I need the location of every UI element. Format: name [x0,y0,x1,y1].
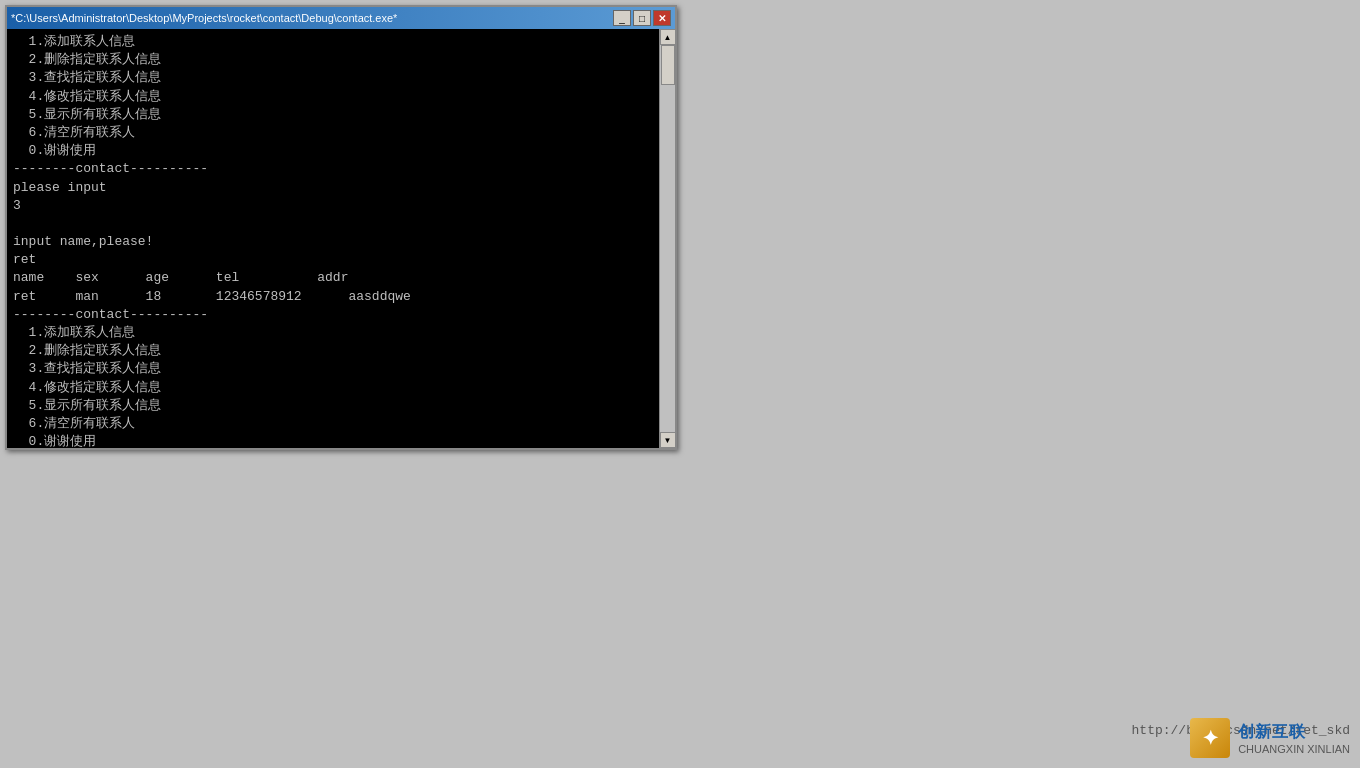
window-controls: _ □ ✕ [613,10,671,26]
terminal-window: *C:\Users\Administrator\Desktop\MyProjec… [5,5,677,450]
title-bar: *C:\Users\Administrator\Desktop\MyProjec… [7,7,675,29]
scrollbar[interactable]: ▲ ▼ [659,29,675,448]
brand-text: 创新互联 CHUANGXIN XINLIAN [1238,722,1350,755]
brand-logo: ✦ 创新互联 CHUANGXIN XINLIAN [1190,718,1350,758]
scroll-track [660,45,675,432]
scroll-down-button[interactable]: ▼ [660,432,676,448]
minimize-button[interactable]: _ [613,10,631,26]
brand-subtitle: CHUANGXIN XINLIAN [1238,743,1350,755]
scroll-thumb[interactable] [661,45,675,85]
brand-name: 创新互联 [1238,722,1350,743]
close-button[interactable]: ✕ [653,10,671,26]
brand-icon: ✦ [1190,718,1230,758]
restore-button[interactable]: □ [633,10,651,26]
console-output[interactable]: 1.添加联系人信息 2.删除指定联系人信息 3.查找指定联系人信息 4.修改指定… [7,29,659,448]
window-title: *C:\Users\Administrator\Desktop\MyProjec… [11,12,397,24]
console-area: 1.添加联系人信息 2.删除指定联系人信息 3.查找指定联系人信息 4.修改指定… [7,29,675,448]
scroll-up-button[interactable]: ▲ [660,29,676,45]
